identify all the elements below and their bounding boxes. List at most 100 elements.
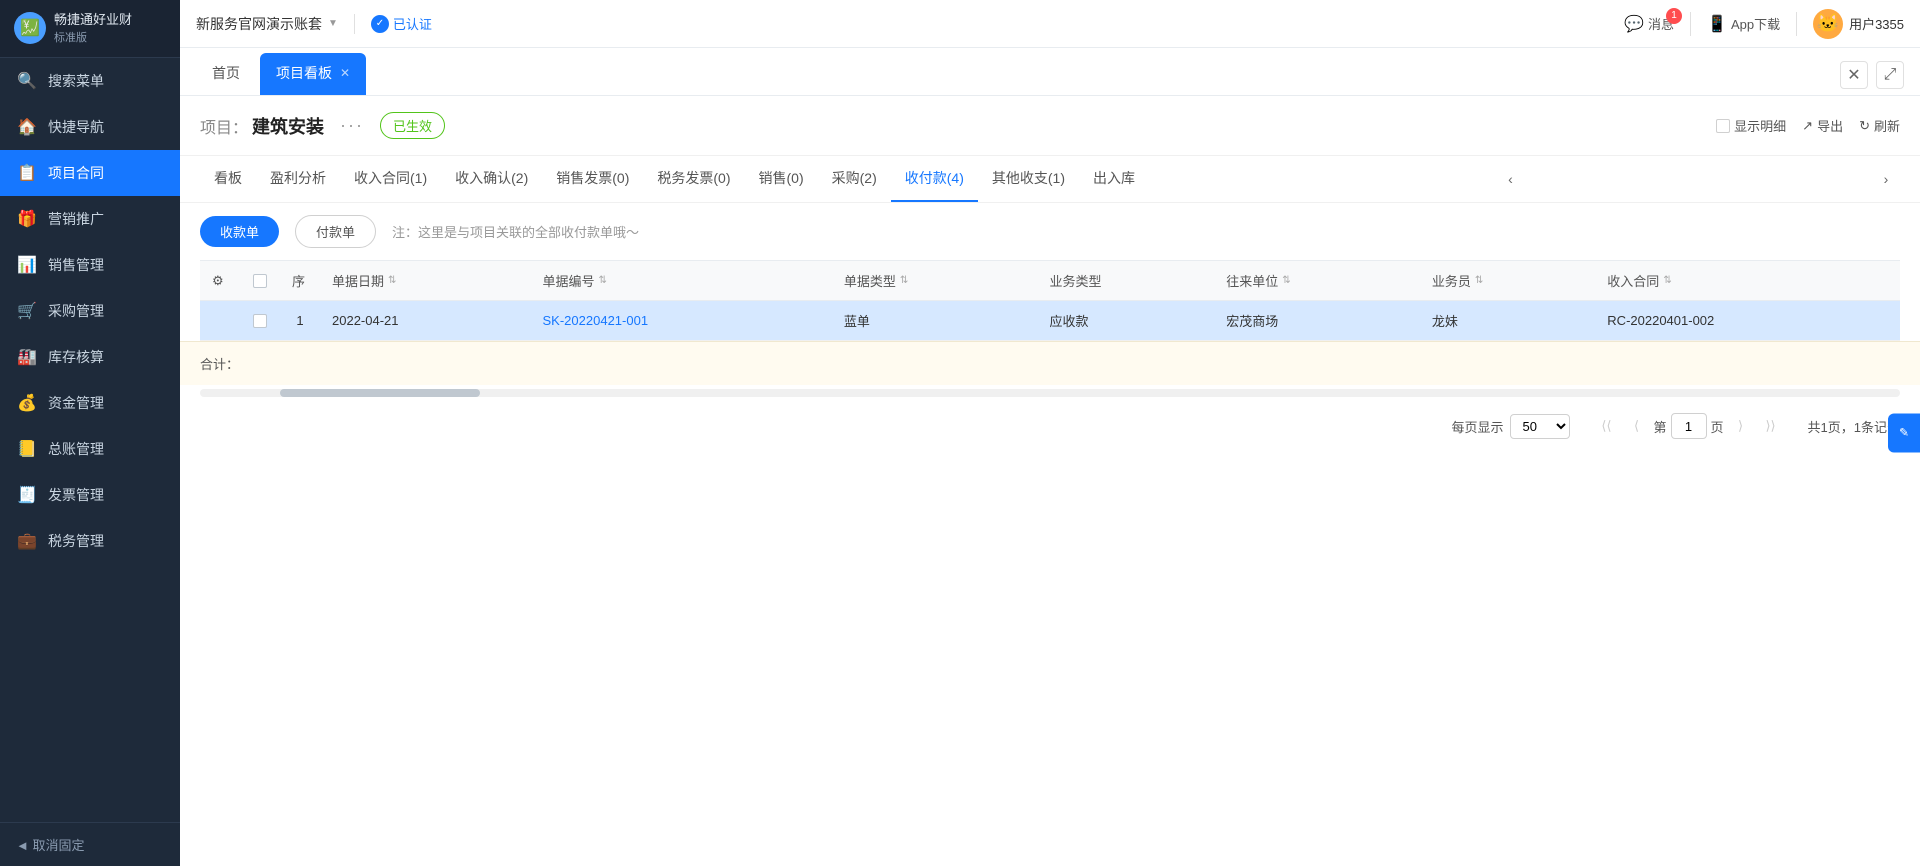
- list-note: 注：这里是与项目关联的全部收付款单哦～: [392, 222, 639, 241]
- payment-tab-button[interactable]: 付款单: [295, 215, 376, 248]
- th-code[interactable]: 单据编号 ⇅: [531, 261, 832, 301]
- per-page-select[interactable]: 50 100 200: [1510, 414, 1570, 439]
- messages-button[interactable]: 💬 消息 1: [1624, 14, 1674, 34]
- pagination-total: 共1页，1条记录: [1808, 417, 1900, 436]
- table-row: 1 2022-04-21 SK-20220421-001 蓝单 应收款: [200, 301, 1900, 341]
- sidebar-unpin-button[interactable]: ◄ 取消固定: [0, 822, 180, 866]
- horizontal-scrollbar[interactable]: [200, 389, 1900, 397]
- sidebar-item-purchase[interactable]: 🛒 采购管理: [0, 288, 180, 334]
- subnav-income-confirm[interactable]: 收入确认(2): [441, 156, 542, 202]
- sidebar-item-quicknav[interactable]: 🏠 快捷导航: [0, 104, 180, 150]
- sidebar-item-label: 资金管理: [48, 393, 104, 413]
- th-date[interactable]: 单据日期 ⇅: [320, 261, 531, 301]
- subnav-inout[interactable]: 出入库: [1079, 156, 1149, 202]
- topbar-separator: [1690, 12, 1691, 36]
- th-salesperson[interactable]: 业务员 ⇅: [1420, 261, 1595, 301]
- export-button[interactable]: ↗ 导出: [1802, 116, 1843, 135]
- subnav-next-arrow[interactable]: ›: [1872, 165, 1900, 193]
- settings-icon: ⚙: [212, 273, 224, 288]
- app-name: 畅捷通好业财: [54, 12, 132, 29]
- scrollbar-thumb[interactable]: [280, 389, 480, 397]
- tab-close-icon[interactable]: ✕: [340, 66, 350, 80]
- th-settings[interactable]: ⚙: [200, 261, 240, 301]
- show-detail-toggle[interactable]: 显示明细: [1716, 116, 1786, 135]
- show-detail-checkbox[interactable]: [1716, 119, 1730, 133]
- th-income-contract[interactable]: 收入合同 ⇅: [1595, 261, 1900, 301]
- subnav-tax-invoice[interactable]: 税务发票(0): [643, 156, 744, 202]
- tabbar: 首页 项目看板 ✕ ✕ ⤢: [180, 48, 1920, 96]
- maximize-window-button[interactable]: ⤢: [1876, 61, 1904, 89]
- sidebar-item-sales[interactable]: 📊 销售管理: [0, 242, 180, 288]
- subnav-board-label: 看板: [214, 170, 242, 186]
- fab-icon: ✎: [1897, 426, 1911, 441]
- sidebar-item-label: 销售管理: [48, 255, 104, 275]
- select-all-checkbox[interactable]: [253, 274, 267, 288]
- project-header: 项目： 建筑安装 ··· 已生效 显示明细 ↗ 导出 ↻ 刷新: [180, 96, 1920, 156]
- sidebar-item-marketing[interactable]: 🎁 营销推广: [0, 196, 180, 242]
- subnav-prev-arrow[interactable]: ‹: [1497, 165, 1525, 193]
- subnav-other-income[interactable]: 其他收支(1): [978, 156, 1079, 202]
- subnav-payment[interactable]: 收付款(4): [891, 156, 978, 202]
- user-label: 用户3355: [1849, 14, 1904, 33]
- subnav-purchase[interactable]: 采购(2): [818, 156, 891, 202]
- sort-icon: ⇅: [1475, 275, 1483, 286]
- tab-home[interactable]: 首页: [196, 53, 256, 95]
- prev-page-button[interactable]: ⟨: [1624, 413, 1650, 439]
- close-window-button[interactable]: ✕: [1840, 61, 1868, 89]
- user-menu[interactable]: 🐱 用户3355: [1813, 9, 1904, 39]
- subnav-other-income-label: 其他收支(1): [992, 170, 1065, 186]
- receipt-tab-button[interactable]: 收款单: [200, 216, 279, 247]
- td-date: 2022-04-21: [320, 301, 531, 341]
- horizontal-scrollbar-area: [180, 385, 1920, 401]
- subnav-profit[interactable]: 盈利分析: [256, 156, 340, 202]
- sidebar: 💹 畅捷通好业财 标准版 🔍 搜索菜单 🏠 快捷导航 📋 项目合同 🎁 营销推广…: [0, 0, 180, 866]
- sort-icon: ⇅: [1282, 275, 1290, 286]
- sidebar-item-label: 总账管理: [48, 439, 104, 459]
- sidebar-item-label: 快捷导航: [48, 117, 104, 137]
- sidebar-item-inventory[interactable]: 🏭 库存核算: [0, 334, 180, 380]
- col-type-label: 单据类型: [844, 271, 896, 290]
- refresh-button[interactable]: ↻ 刷新: [1859, 116, 1900, 135]
- subnav-profit-label: 盈利分析: [270, 170, 326, 186]
- last-page-button[interactable]: ⟩⟩: [1758, 413, 1784, 439]
- record-link[interactable]: SK-20220421-001: [543, 313, 649, 328]
- subnav-income-contract-label: 收入合同(1): [354, 170, 427, 186]
- tab-project-board[interactable]: 项目看板 ✕: [260, 53, 366, 95]
- sidebar-item-search[interactable]: 🔍 搜索菜单: [0, 58, 180, 104]
- subnav-income-contract[interactable]: 收入合同(1): [340, 156, 441, 202]
- col-date-label: 单据日期: [332, 271, 384, 290]
- chart-icon: 📊: [16, 254, 38, 276]
- subnav-sales-invoice-label: 销售发票(0): [556, 170, 629, 186]
- col-partner-label: 往来单位: [1226, 271, 1278, 290]
- subnav-sales-invoice[interactable]: 销售发票(0): [542, 156, 643, 202]
- td-settings: [200, 301, 240, 341]
- fab-right-button[interactable]: ✎: [1888, 414, 1920, 453]
- sidebar-item-invoice[interactable]: 🧾 发票管理: [0, 472, 180, 518]
- subnav-sales[interactable]: 销售(0): [745, 156, 818, 202]
- page-input[interactable]: [1671, 413, 1707, 439]
- sidebar-item-label: 项目合同: [48, 163, 104, 183]
- sort-icon: ⇅: [1663, 275, 1671, 286]
- page-content: 项目： 建筑安装 ··· 已生效 显示明细 ↗ 导出 ↻ 刷新: [180, 96, 1920, 866]
- subnav-income-confirm-label: 收入确认(2): [455, 170, 528, 186]
- app-download-button[interactable]: 📱 App下载: [1707, 14, 1780, 34]
- next-page-button[interactable]: ⟩: [1728, 413, 1754, 439]
- th-partner[interactable]: 往来单位 ⇅: [1214, 261, 1420, 301]
- sidebar-item-ledger[interactable]: 📒 总账管理: [0, 426, 180, 472]
- th-type[interactable]: 单据类型 ⇅: [832, 261, 1038, 301]
- sidebar-item-tax[interactable]: 💼 税务管理: [0, 518, 180, 564]
- td-type: 蓝单: [832, 301, 1038, 341]
- sort-icon: ⇅: [599, 275, 607, 286]
- subnav-board[interactable]: 看板: [200, 156, 256, 202]
- tab-project-board-label: 项目看板: [276, 63, 332, 83]
- account-selector[interactable]: 新服务官网演示账套 ▼: [196, 14, 338, 34]
- more-options-button[interactable]: ···: [340, 115, 364, 136]
- project-actions: 显示明细 ↗ 导出 ↻ 刷新: [1716, 116, 1900, 135]
- sidebar-item-contract[interactable]: 📋 项目合同: [0, 150, 180, 196]
- first-page-button[interactable]: ⟨⟨: [1594, 413, 1620, 439]
- row-checkbox[interactable]: [253, 314, 267, 328]
- sidebar-item-finance[interactable]: 💰 资金管理: [0, 380, 180, 426]
- table-container: ⚙ 序 单据日期 ⇅: [180, 260, 1920, 341]
- certified-badge: ✓ 已认证: [371, 14, 432, 33]
- pagination-nav: ⟨⟨ ⟨ 第 页 ⟩ ⟩⟩: [1594, 413, 1784, 439]
